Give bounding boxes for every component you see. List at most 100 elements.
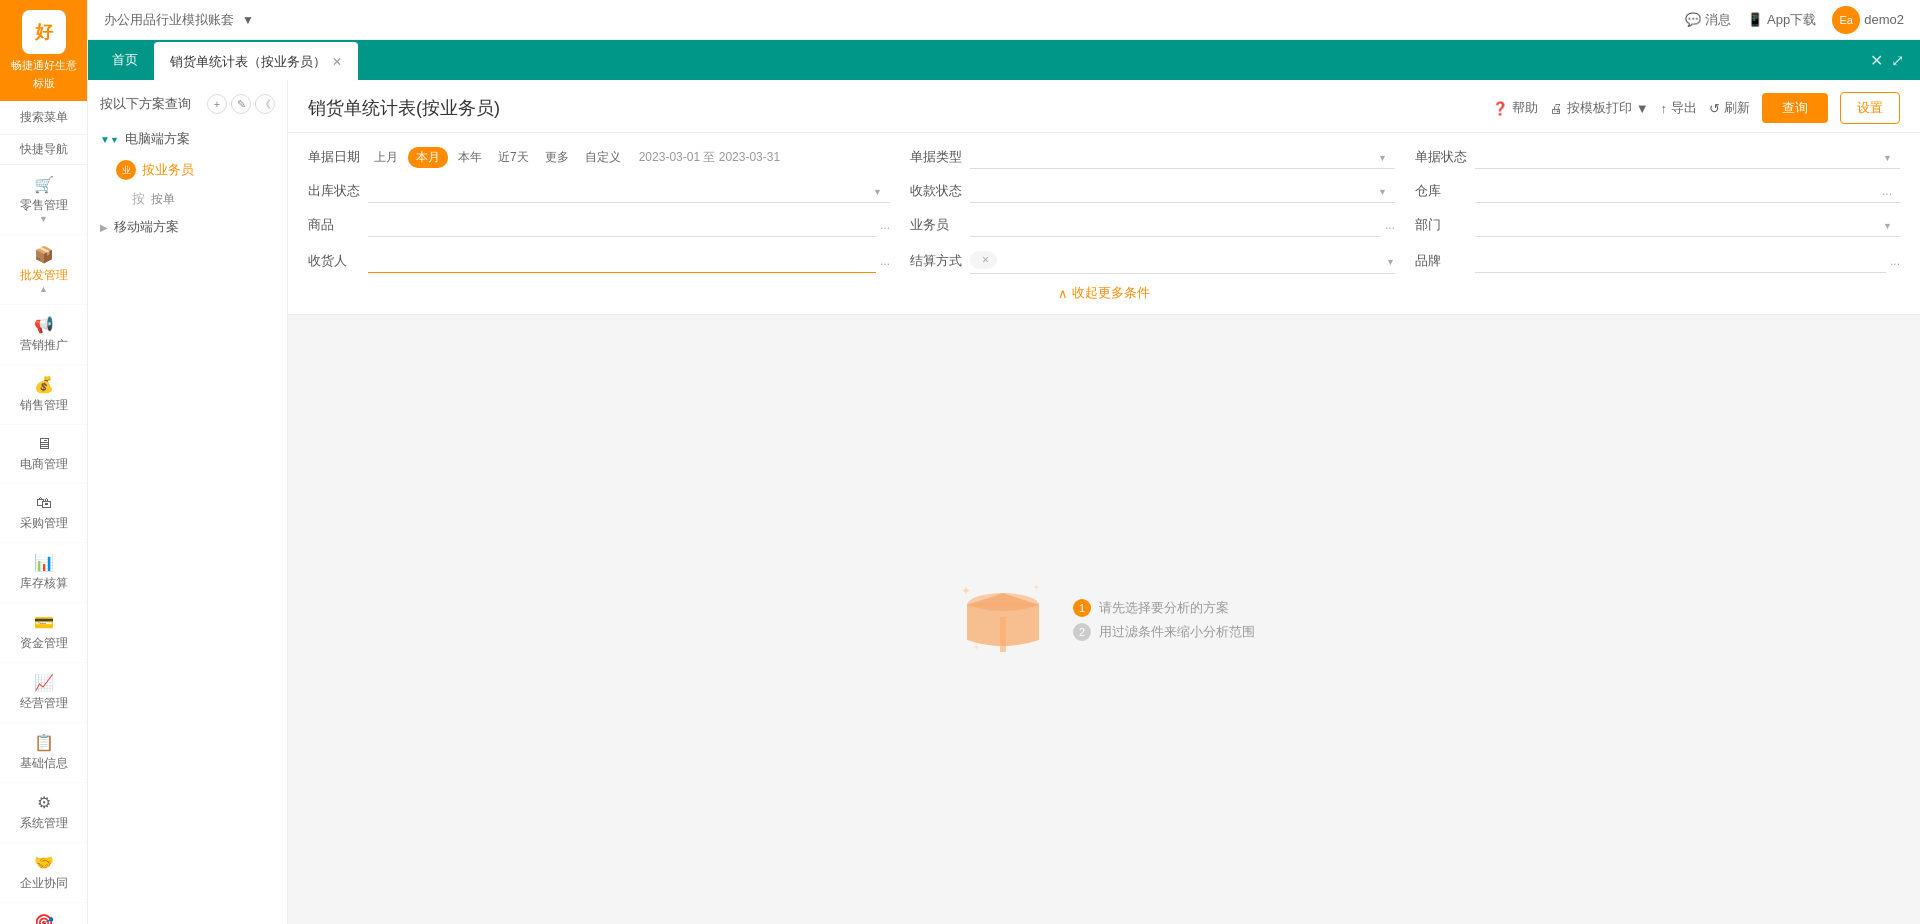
app-download-btn[interactable]: 📱 App下载 <box>1747 11 1816 29</box>
doc-type-select[interactable] <box>970 145 1395 169</box>
doc-status-select[interactable] <box>1475 145 1900 169</box>
sidebar-item-basic[interactable]: 📋 基础信息 <box>0 723 87 783</box>
tab-home[interactable]: 首页 <box>96 40 154 80</box>
sidebar-item-retail[interactable]: 🛒 零售管理 ▼ <box>0 165 87 235</box>
filter-consignee-field: 收货人 ... <box>308 249 890 273</box>
template-print-icon: 🖨 <box>1550 101 1563 116</box>
sidebar-item-ecommerce-label: 电商管理 <box>20 456 68 473</box>
sidebar-item-system-label: 系统管理 <box>20 815 68 832</box>
logo-icon: 好 <box>22 10 66 54</box>
sidebar-item-enterprise[interactable]: 🤝 企业协同 <box>0 843 87 903</box>
warehouse-more[interactable]: ... <box>1882 184 1892 198</box>
dept-select[interactable] <box>1475 213 1900 237</box>
data-area: ✦ ✦ ✦ 1 请先选择要分析的方案 2 <box>288 315 1920 924</box>
filter-goods-field: 商品 ... <box>308 213 890 237</box>
scheme-desktop[interactable]: ▼ 电脑端方案 <box>88 124 287 154</box>
scheme-by-order[interactable]: 按 按单 <box>88 186 287 212</box>
scheme-by-order-label: 按单 <box>151 191 175 208</box>
goods-more[interactable]: ... <box>880 218 890 232</box>
query-btn[interactable]: 查询 <box>1762 93 1828 123</box>
brand-label: 品牌 <box>1415 252 1475 270</box>
date-tab-custom[interactable]: 自定义 <box>579 147 627 168</box>
filter-receive-status-field: 收款状态 <box>910 179 1395 203</box>
date-tab-more[interactable]: 更多 <box>539 147 575 168</box>
empty-hint-2: 2 用过滤条件来缩小分析范围 <box>1073 623 1255 641</box>
sidebar: 好 畅捷通好生意 标版 搜索菜单 快捷导航 🛒 零售管理 ▼ 📦 批发管理 ▲ … <box>0 0 88 924</box>
help-btn[interactable]: ❓ 帮助 <box>1492 99 1538 117</box>
date-tab-7days[interactable]: 近7天 <box>492 147 535 168</box>
svg-text:✦: ✦ <box>961 584 971 598</box>
tab-close-btn[interactable]: ✕ <box>332 55 342 69</box>
warehouse-select[interactable]: ... <box>1475 180 1900 203</box>
sidebar-item-sales[interactable]: 💰 销售管理 <box>0 365 87 425</box>
sidebar-item-marketing[interactable]: 📢 营销推广 <box>0 305 87 365</box>
date-range: 2023-03-01 至 2023-03-31 <box>639 149 780 166</box>
date-tab-last-month[interactable]: 上月 <box>368 147 404 168</box>
scheme-mobile[interactable]: ▶ 移动端方案 <box>88 212 287 242</box>
marketing-icon: 📢 <box>34 315 54 334</box>
operations-icon: 📈 <box>34 673 54 692</box>
sidebar-item-finance[interactable]: 💳 资金管理 <box>0 603 87 663</box>
empty-svg: ✦ ✦ ✦ <box>953 570 1053 670</box>
message-btn[interactable]: 💬 消息 <box>1685 11 1731 29</box>
sales-icon: 💰 <box>34 375 54 394</box>
tab-actions: ✕ ⤢ <box>1870 51 1912 70</box>
filter-doc-type-field: 单据类型 <box>910 145 1395 169</box>
sidebar-item-finance-label: 资金管理 <box>20 635 68 652</box>
refresh-btn[interactable]: ↺ 刷新 <box>1709 99 1750 117</box>
date-group: 上月 本月 本年 近7天 更多 自定义 2023-03-01 至 2023-03… <box>368 147 890 168</box>
brand-input[interactable] <box>1475 249 1886 273</box>
staff-more[interactable]: ... <box>1385 218 1395 232</box>
date-label: 单据日期 <box>308 148 368 166</box>
sidebar-item-inventory[interactable]: 📊 库存核算 <box>0 543 87 603</box>
sidebar-item-system[interactable]: ⚙ 系统管理 <box>0 783 87 843</box>
filter-row-2: 出库状态 收款状态 仓库 <box>308 179 1900 203</box>
desktop-arrow: ▼ <box>100 134 119 145</box>
topbar-dropdown-arrow[interactable]: ▼ <box>242 13 254 27</box>
settlement-arrow[interactable] <box>1386 253 1395 268</box>
out-status-select[interactable] <box>368 179 890 203</box>
retail-arrow: ▼ <box>39 214 48 224</box>
main-area: 办公用品行业模拟账套 ▼ 💬 消息 📱 App下载 Ea demo2 首页 <box>88 0 1920 924</box>
doc-type-label: 单据类型 <box>910 148 970 166</box>
sidebar-item-newbie[interactable]: 🎯 新手引导 <box>0 903 87 924</box>
out-status-label: 出库状态 <box>308 182 368 200</box>
export-btn[interactable]: ↑ 导出 <box>1661 99 1698 117</box>
brand-more[interactable]: ... <box>1890 254 1900 268</box>
left-panel-collapse-btn[interactable]: 《 <box>255 94 275 114</box>
sidebar-item-purchase[interactable]: 🛍 采购管理 <box>0 484 87 543</box>
left-panel-add-btn[interactable]: + <box>207 94 227 114</box>
date-tab-this-year[interactable]: 本年 <box>452 147 488 168</box>
staff-input[interactable] <box>970 213 1381 237</box>
sidebar-item-operations[interactable]: 📈 经营管理 <box>0 663 87 723</box>
collapse-btn[interactable]: ∧ 收起更多条件 <box>308 284 1900 302</box>
template-print-btn[interactable]: 🖨 按模板打印 ▼ <box>1550 99 1649 117</box>
user-menu[interactable]: Ea demo2 <box>1832 6 1904 34</box>
left-panel-edit-btn[interactable]: ✎ <box>231 94 251 114</box>
doc-type-arrow <box>1378 149 1387 164</box>
tab-sales-report[interactable]: 销货单统计表（按业务员） ✕ <box>154 42 358 82</box>
sidebar-logo: 好 畅捷通好生意 标版 <box>0 0 87 101</box>
sidebar-item-wholesale[interactable]: 📦 批发管理 ▲ <box>0 235 87 305</box>
hint-num-1: 1 <box>1073 599 1091 617</box>
filter-row-1: 单据日期 上月 本月 本年 近7天 更多 自定义 2023-03-01 至 20… <box>308 145 1900 169</box>
left-panel-header: 按以下方案查询 + ✎ 《 <box>88 88 287 120</box>
date-tab-this-month[interactable]: 本月 <box>408 147 448 168</box>
tab-close-all-btn[interactable]: ✕ <box>1870 51 1883 70</box>
sidebar-search[interactable]: 搜索菜单 <box>0 101 87 135</box>
warehouse-label: 仓库 <box>1415 182 1475 200</box>
tab-expand-btn[interactable]: ⤢ <box>1891 51 1904 70</box>
sidebar-menu: 🛒 零售管理 ▼ 📦 批发管理 ▲ 📢 营销推广 💰 销售管理 🖥 电商管理 🛍… <box>0 165 87 924</box>
export-icon: ↑ <box>1661 101 1668 116</box>
settlement-tag-close[interactable]: × <box>982 253 989 267</box>
settings-btn[interactable]: 设置 <box>1840 92 1900 124</box>
consignee-input[interactable] <box>368 249 876 273</box>
receive-status-select[interactable] <box>970 179 1395 203</box>
filter-warehouse-field: 仓库 ... <box>1415 180 1900 203</box>
sidebar-item-ecommerce[interactable]: 🖥 电商管理 <box>0 425 87 484</box>
goods-input[interactable] <box>368 213 876 237</box>
scheme-by-staff[interactable]: 业 按业务员 <box>88 154 287 186</box>
wholesale-icon: 📦 <box>34 245 54 264</box>
sidebar-quick-nav[interactable]: 快捷导航 <box>0 135 87 165</box>
consignee-more[interactable]: ... <box>880 254 890 268</box>
